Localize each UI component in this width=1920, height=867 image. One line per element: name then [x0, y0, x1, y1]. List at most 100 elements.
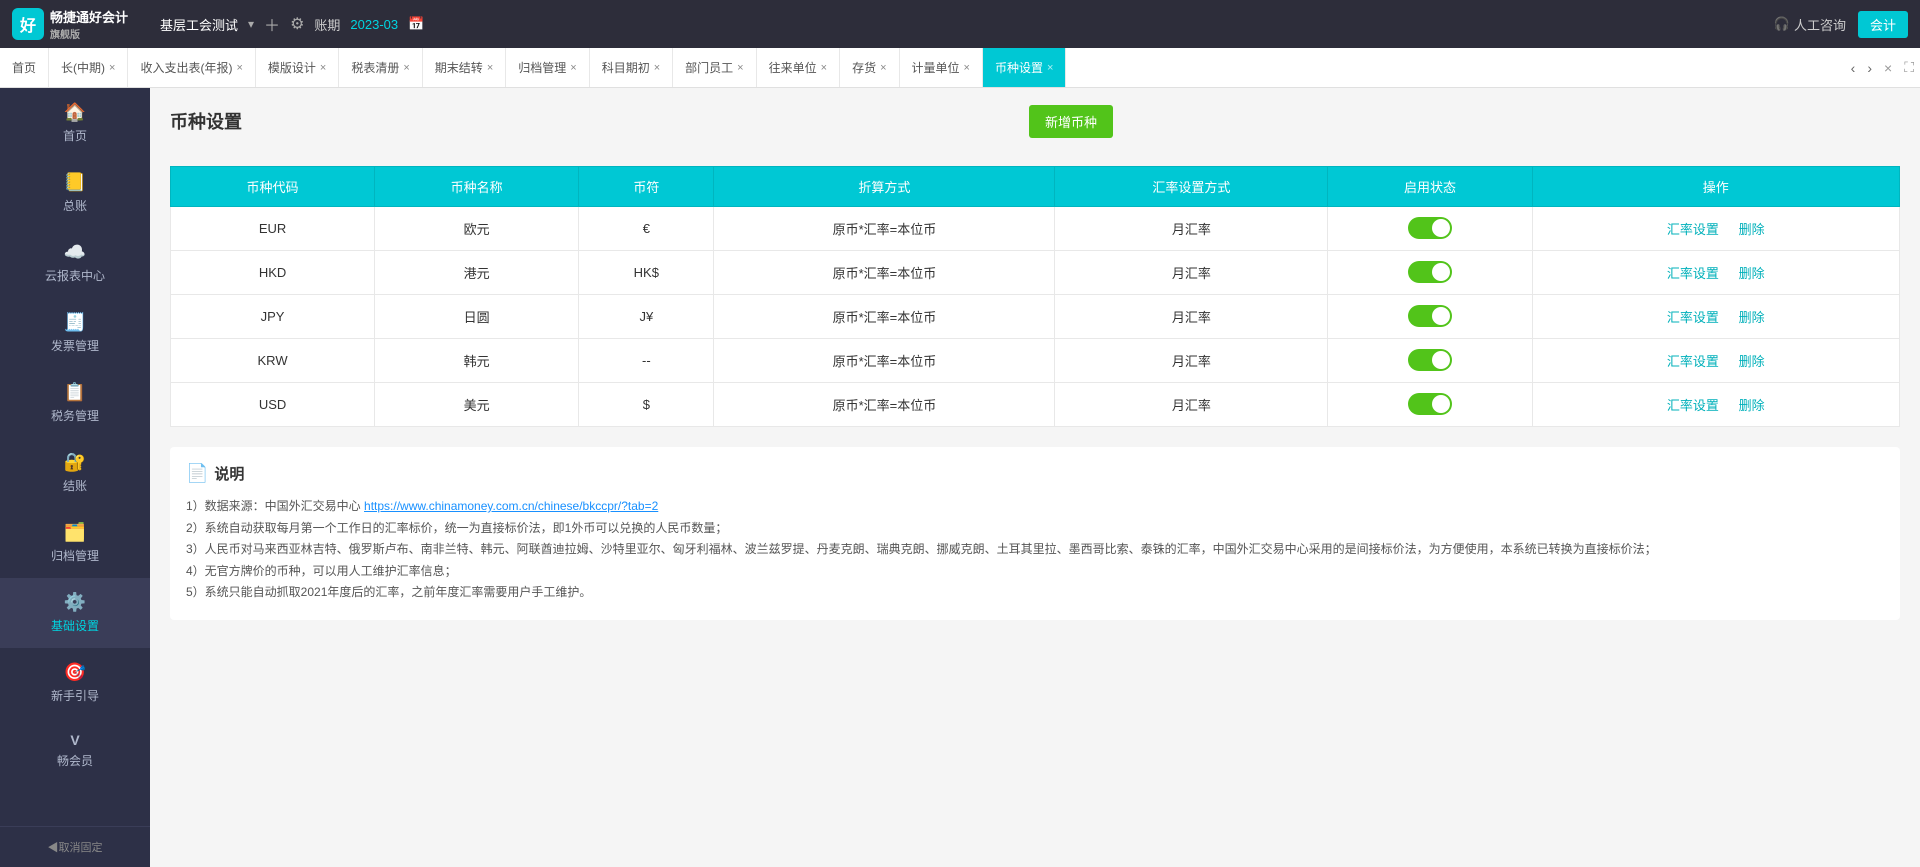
rate-setting-link[interactable]: 汇率设置 — [1667, 266, 1719, 281]
cell-status — [1328, 339, 1532, 383]
delete-link[interactable]: 删除 — [1739, 354, 1765, 369]
sidebar-item-archive[interactable]: 🗂️ 归档管理 — [0, 508, 150, 578]
sidebar-item-closing[interactable]: 🔐 结账 — [0, 438, 150, 508]
sidebar-item-home[interactable]: 🏠 首页 — [0, 88, 150, 158]
rate-setting-link[interactable]: 汇率设置 — [1667, 354, 1719, 369]
cell-action: 汇率设置 删除 — [1532, 295, 1899, 339]
top-bar: 好 畅捷通好会计 旗舰版 基层工会测试 ▾ ＋ ⚙ 账期 2023-03 📅 🎧… — [0, 0, 1920, 48]
tab-close-icon[interactable]: × — [236, 62, 242, 74]
col-code: 币种代码 — [171, 167, 375, 207]
cell-name: 欧元 — [375, 207, 579, 251]
tab-contacts[interactable]: 往来单位 × — [757, 48, 840, 87]
home-icon: 🏠 — [64, 102, 86, 123]
sidebar: 🏠 首页 📒 总账 ☁️ 云报表中心 🧾 发票管理 📋 税务管理 🔐 结账 🗂️… — [0, 88, 150, 867]
tab-close-icon[interactable]: × — [320, 62, 326, 74]
tab-close-icon[interactable]: × — [737, 62, 743, 74]
tab-currency[interactable]: 币种设置 × — [983, 48, 1066, 87]
sidebar-item-invoice[interactable]: 🧾 发票管理 — [0, 298, 150, 368]
help-button[interactable]: 🎧 人工咨询 — [1774, 15, 1846, 34]
note-item: 1）数据来源：中国外汇交易中心 https://www.chinamoney.c… — [186, 496, 1884, 518]
cell-code: EUR — [171, 207, 375, 251]
tab-prev-button[interactable]: ‹ — [1845, 56, 1862, 80]
main-layout: 🏠 首页 📒 总账 ☁️ 云报表中心 🧾 发票管理 📋 税务管理 🔐 结账 🗂️… — [0, 88, 1920, 867]
sidebar-item-tax[interactable]: 📋 税务管理 — [0, 368, 150, 438]
period-value[interactable]: 2023-03 — [350, 17, 398, 32]
tab-close-icon[interactable]: × — [821, 62, 827, 74]
add-company-icon[interactable]: ＋ — [264, 12, 280, 36]
tab-template-design[interactable]: 模版设计 × — [256, 48, 339, 87]
rate-setting-link[interactable]: 汇率设置 — [1667, 222, 1719, 237]
cell-rate-method: 月汇率 — [1055, 251, 1328, 295]
tab-income-report[interactable]: 收入支出表(年报) × — [128, 48, 255, 87]
headset-icon: 🎧 — [1774, 16, 1790, 32]
cell-symbol: $ — [579, 383, 714, 427]
tab-close-icon[interactable]: × — [109, 62, 115, 74]
content-area: 币种设置 新增币种 币种代码 币种名称 币符 折算方式 汇率设置方式 启用状态 … — [150, 88, 1920, 867]
sidebar-item-settings[interactable]: ⚙️ 基础设置 — [0, 578, 150, 648]
tab-close-icon[interactable]: × — [964, 62, 970, 74]
col-rate-method: 汇率设置方式 — [1055, 167, 1328, 207]
notes-title: 📄 说明 — [186, 463, 1884, 484]
tab-tax-book[interactable]: 税表清册 × — [339, 48, 422, 87]
tab-close-icon[interactable]: × — [403, 62, 409, 74]
cell-calc-method: 原币*汇率=本位币 — [714, 339, 1055, 383]
rate-setting-link[interactable]: 汇率设置 — [1667, 398, 1719, 413]
enable-toggle[interactable] — [1408, 261, 1452, 283]
enable-toggle[interactable] — [1408, 349, 1452, 371]
tab-close-icon[interactable]: × — [487, 62, 493, 74]
note-item: 2）系统自动获取每月第一个工作日的汇率标价，统一为直接标价法，即1外币可以兑换的… — [186, 518, 1884, 540]
tab-medium-period[interactable]: 长(中期) × — [49, 48, 128, 87]
new-currency-button[interactable]: 新增币种 — [1029, 105, 1113, 138]
sidebar-item-member[interactable]: V 畅会员 — [0, 718, 150, 783]
cell-symbol: HK$ — [579, 251, 714, 295]
delete-link[interactable]: 删除 — [1739, 310, 1765, 325]
toggle-knob — [1432, 307, 1450, 325]
delete-link[interactable]: 删除 — [1739, 266, 1765, 281]
tab-close-icon[interactable]: × — [880, 62, 886, 74]
tab-close-icon[interactable]: × — [1047, 62, 1053, 74]
top-right-actions: 🎧 人工咨询 会计 — [1774, 11, 1908, 38]
col-symbol: 币符 — [579, 167, 714, 207]
note-item: 5）系统只能自动抓取2021年度后的汇率，之前年度汇率需要用户手工维护。 — [186, 582, 1884, 604]
tab-unit[interactable]: 计量单位 × — [900, 48, 983, 87]
table-row: EUR 欧元 € 原币*汇率=本位币 月汇率 汇率设置 删除 — [171, 207, 1900, 251]
sidebar-item-guide[interactable]: 🎯 新手引导 — [0, 648, 150, 718]
tab-close-all-button[interactable]: × — [1878, 56, 1898, 80]
external-link[interactable]: https://www.chinamoney.com.cn/chinese/bk… — [364, 499, 658, 513]
tab-subject-init[interactable]: 科目期初 × — [590, 48, 673, 87]
sidebar-item-ledger[interactable]: 📒 总账 — [0, 158, 150, 228]
delete-link[interactable]: 删除 — [1739, 222, 1765, 237]
tab-close-icon[interactable]: × — [570, 62, 576, 74]
archive-icon: 🗂️ — [64, 522, 86, 543]
table-row: JPY 日圆 J¥ 原币*汇率=本位币 月汇率 汇率设置 删除 — [171, 295, 1900, 339]
enable-toggle[interactable] — [1408, 217, 1452, 239]
table-row: KRW 韩元 -- 原币*汇率=本位币 月汇率 汇率设置 删除 — [171, 339, 1900, 383]
tab-expand-button[interactable]: ⛶ — [1898, 55, 1920, 80]
app-edition: 旗舰版 — [50, 26, 128, 41]
calendar-icon[interactable]: 📅 — [408, 16, 424, 32]
cell-calc-method: 原币*汇率=本位币 — [714, 207, 1055, 251]
tab-inventory[interactable]: 存货 × — [840, 48, 899, 87]
sidebar-pin-toggle[interactable]: ◀取消固定 — [0, 826, 150, 867]
page-content: 币种设置 新增币种 币种代码 币种名称 币符 折算方式 汇率设置方式 启用状态 … — [150, 88, 1920, 867]
company-dropdown-icon[interactable]: ▾ — [248, 17, 254, 31]
settings-icon[interactable]: ⚙ — [290, 14, 304, 34]
enable-toggle[interactable] — [1408, 393, 1452, 415]
tab-next-button[interactable]: › — [1861, 56, 1878, 80]
tab-period-end[interactable]: 期末结转 × — [423, 48, 506, 87]
cell-code: JPY — [171, 295, 375, 339]
col-action: 操作 — [1532, 167, 1899, 207]
delete-link[interactable]: 删除 — [1739, 398, 1765, 413]
tab-department[interactable]: 部门员工 × — [673, 48, 756, 87]
col-status: 启用状态 — [1328, 167, 1532, 207]
tab-home[interactable]: 首页 — [0, 48, 49, 87]
invoice-icon: 🧾 — [64, 312, 86, 333]
tab-close-icon[interactable]: × — [654, 62, 660, 74]
account-button[interactable]: 会计 — [1858, 11, 1908, 38]
tab-archive[interactable]: 归档管理 × — [506, 48, 589, 87]
enable-toggle[interactable] — [1408, 305, 1452, 327]
logo-icon: 好 — [12, 8, 44, 40]
currency-table: 币种代码 币种名称 币符 折算方式 汇率设置方式 启用状态 操作 EUR 欧元 … — [170, 166, 1900, 427]
sidebar-item-report[interactable]: ☁️ 云报表中心 — [0, 228, 150, 298]
rate-setting-link[interactable]: 汇率设置 — [1667, 310, 1719, 325]
